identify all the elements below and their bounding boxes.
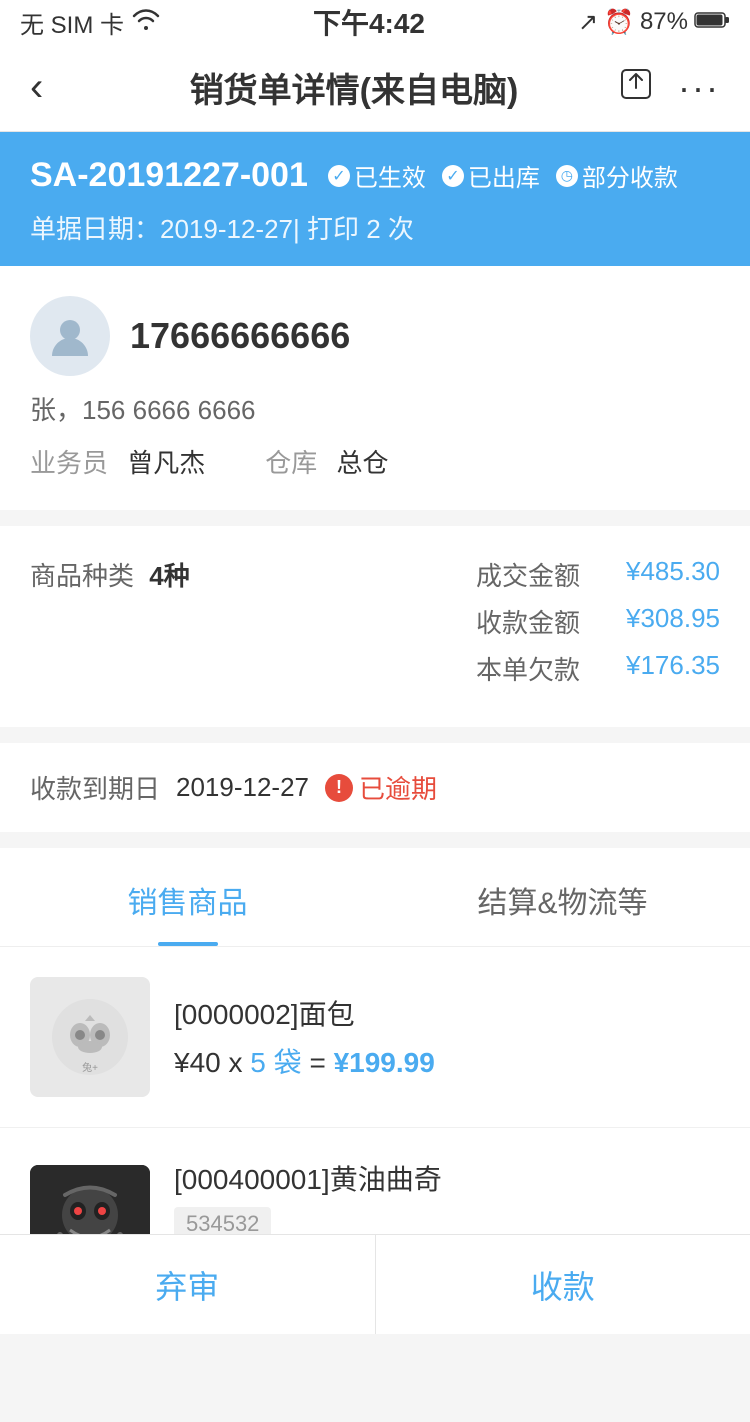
cancel-review-button[interactable]: 弃审: [0, 1235, 376, 1334]
nav-actions: ···: [618, 66, 720, 110]
collect-payment-button[interactable]: 收款: [376, 1235, 750, 1334]
bottom-bar: 弃审 收款: [0, 1234, 750, 1334]
badge-shipped: ✓ 已出库: [442, 158, 540, 193]
status-time: 下午4:42: [313, 2, 425, 42]
tabs-row: 销售商品 结算&物流等: [0, 848, 750, 947]
customer-meta: 业务员 曾凡杰 仓库 总仓: [30, 443, 720, 480]
nav-bar: ‹ 销货单详情(来自电脑) ···: [0, 44, 750, 132]
avatar: [30, 296, 110, 376]
sim-status: 无 SIM 卡: [20, 5, 124, 40]
customer-phone: 17666666666: [130, 315, 350, 357]
badge-effective: ✓ 已生效: [328, 158, 426, 193]
warehouse-field: 仓库 总仓: [265, 443, 388, 480]
alarm-icon: ⏰: [604, 8, 634, 37]
more-icon[interactable]: ···: [678, 67, 720, 109]
summary-right: 成交金额 ¥485.30 收款金额 ¥308.95 本单欠款 ¥176.35: [476, 556, 720, 697]
product-thumbnail: 兔+: [30, 977, 150, 1097]
order-id: SA-20191227-001: [30, 156, 308, 195]
debt-row: 本单欠款 ¥176.35: [476, 650, 720, 687]
customer-name-phone: 张，156 6666 6666: [30, 390, 720, 427]
product-name: [0000002]面包: [174, 993, 720, 1033]
list-item: 兔+ [0000002]面包 ¥40 x 5 袋 = ¥199.99: [0, 947, 750, 1128]
order-date: 单据日期：2019-12-27| 打印 2 次: [30, 209, 720, 246]
wifi-icon: [132, 8, 160, 37]
location-icon: ↗: [578, 8, 598, 37]
tabs-section: 销售商品 结算&物流等: [0, 848, 750, 947]
due-section: 收款到期日 2019-12-27 ! 已逾期: [0, 743, 750, 832]
tab-settle[interactable]: 结算&物流等: [375, 848, 750, 946]
badge-partial: ◷ 部分收款: [556, 158, 678, 193]
status-badges: ✓ 已生效 ✓ 已出库 ◷ 部分收款: [328, 158, 678, 193]
summary-section: 商品种类 4种 成交金额 ¥485.30 收款金额 ¥308.95 本单欠款 ¥…: [0, 526, 750, 727]
back-button[interactable]: ‹: [30, 65, 90, 110]
battery-icon: [694, 8, 730, 36]
share-icon[interactable]: [618, 66, 654, 110]
product-name: [000400001]黄油曲奇: [174, 1158, 720, 1198]
overdue-icon: !: [325, 774, 353, 802]
status-left: 无 SIM 卡: [20, 5, 160, 40]
amount-row: 成交金额 ¥485.30: [476, 556, 720, 593]
salesman-field: 业务员 曾凡杰: [30, 443, 205, 480]
page-title: 销货单详情(来自电脑): [90, 63, 618, 112]
status-right: ↗ ⏰ 87%: [578, 8, 730, 37]
svg-text:兔+: 兔+: [82, 1061, 98, 1074]
summary-left: 商品种类 4种: [30, 556, 190, 603]
overdue-badge: ! 已逾期: [325, 769, 437, 806]
customer-section: 17666666666 张，156 6666 6666 业务员 曾凡杰 仓库 总…: [0, 266, 750, 510]
order-header: SA-20191227-001 ✓ 已生效 ✓ 已出库 ◷ 部分收款 单据日期：…: [0, 132, 750, 266]
received-row: 收款金额 ¥308.95: [476, 603, 720, 640]
tab-sales[interactable]: 销售商品: [0, 848, 375, 946]
product-price: ¥40 x 5 袋 = ¥199.99: [174, 1041, 720, 1081]
product-info: [0000002]面包 ¥40 x 5 袋 = ¥199.99: [174, 993, 720, 1081]
battery-level: 87%: [640, 8, 688, 36]
status-bar: 无 SIM 卡 下午4:42 ↗ ⏰ 87%: [0, 0, 750, 44]
